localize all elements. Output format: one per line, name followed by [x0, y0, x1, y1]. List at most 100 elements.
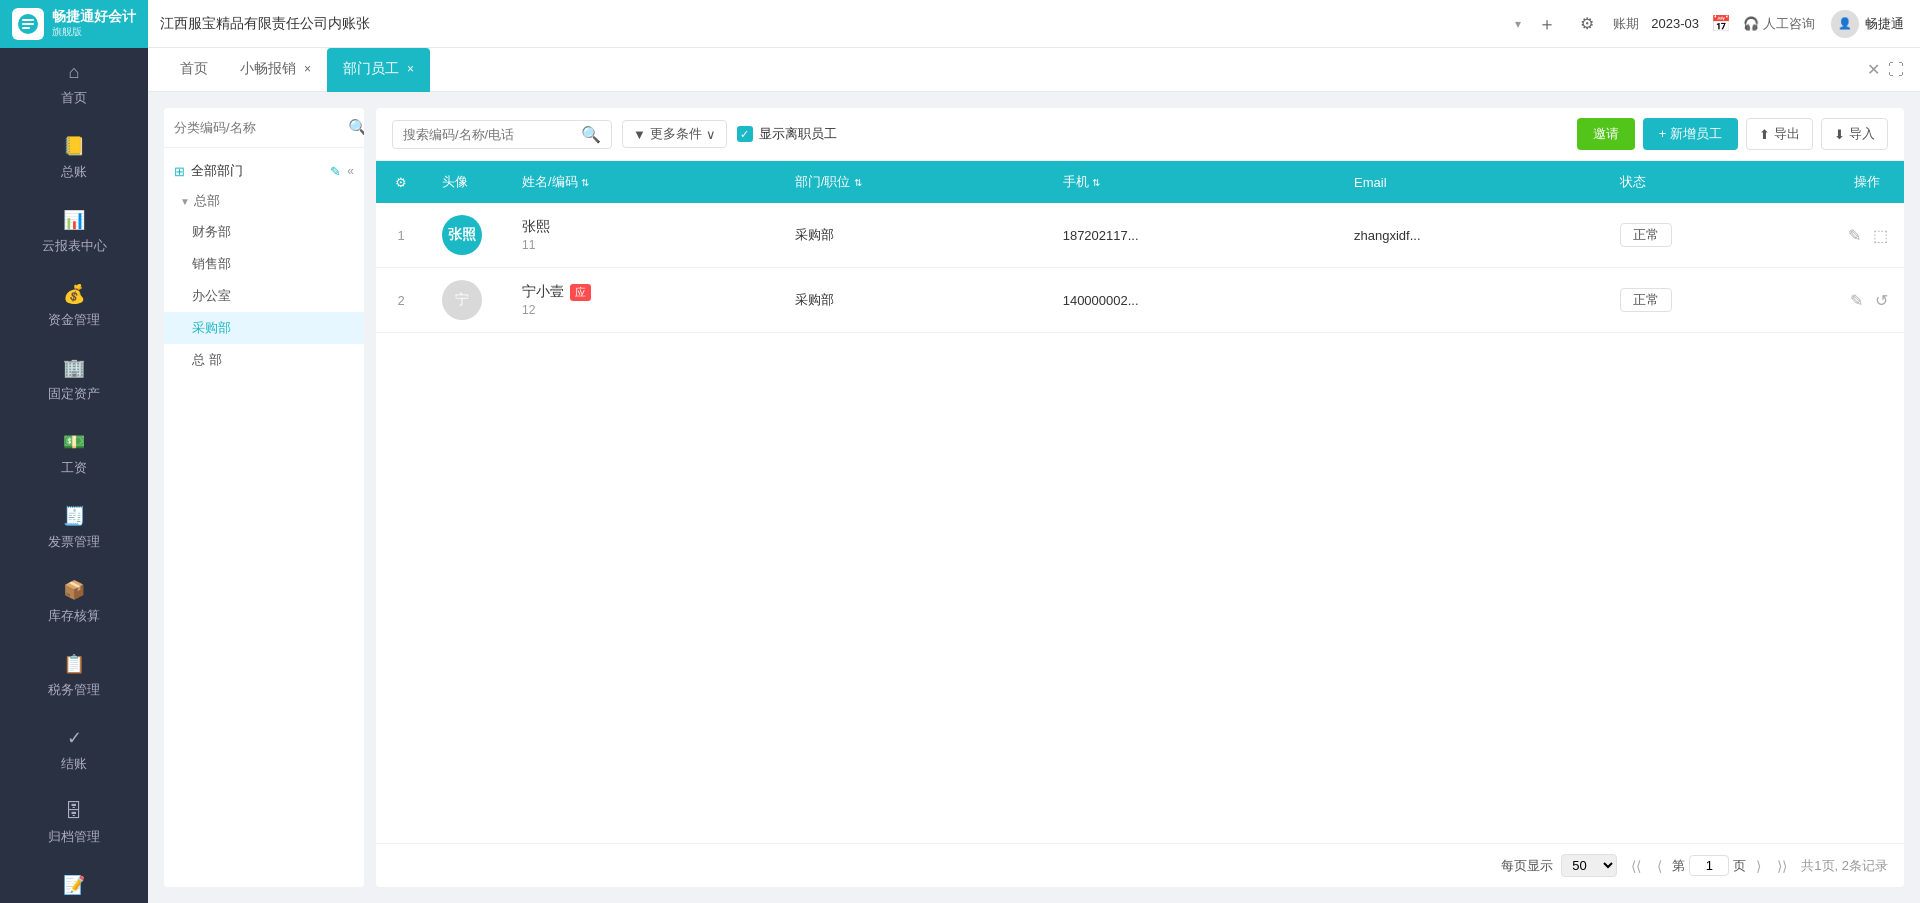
sidebar-item-checkout[interactable]: ✓ 结账 — [0, 713, 148, 787]
sidebar-item-archive[interactable]: 🗄 归档管理 — [0, 787, 148, 860]
sidebar-item-salary[interactable]: 💵 工资 — [0, 417, 148, 491]
row2-refresh-icon[interactable]: ↺ — [1875, 291, 1888, 310]
sidebar-item-expense[interactable]: 📝 小畅报销 — [0, 860, 148, 903]
page-size-select[interactable]: 50 10 20 100 — [1561, 854, 1617, 877]
row1-name: 张熙 — [522, 218, 550, 236]
invite-button[interactable]: 邀请 — [1577, 118, 1635, 150]
sidebar-label-assets: 固定资产 — [48, 385, 100, 403]
dept-bangongshi-label: 办公室 — [192, 288, 231, 303]
service-button[interactable]: 🎧 人工咨询 — [1743, 15, 1815, 33]
show-resigned-label: 显示离职员工 — [759, 125, 837, 143]
show-resigned-checkbox[interactable]: ✓ — [737, 126, 753, 142]
last-page-button[interactable]: ⟩⟩ — [1771, 856, 1793, 876]
sidebar-label-archive: 归档管理 — [48, 828, 100, 846]
company-dropdown-icon[interactable]: ▾ — [1515, 17, 1521, 31]
dept-xiaoshou-label: 销售部 — [192, 256, 231, 271]
dept-node-bangongshi[interactable]: 办公室 — [164, 280, 364, 312]
tab-expense[interactable]: 小畅报销 × — [224, 48, 327, 92]
add-employee-button[interactable]: + 新增员工 — [1643, 118, 1738, 150]
dept-node-zongbu2[interactable]: 总 部 — [164, 344, 364, 376]
emp-search-input[interactable] — [403, 127, 575, 142]
row1-status-badge: 正常 — [1620, 223, 1672, 247]
row1-code: 11 — [522, 238, 763, 252]
dept-tree: ⊞ 全部部门 ✎ « ▼ 总部 财务部 销售部 — [164, 148, 364, 887]
row2-code: 12 — [522, 303, 763, 317]
dept-node-xiaoshou[interactable]: 销售部 — [164, 248, 364, 280]
filter-button[interactable]: ▼ 更多条件 ∨ — [622, 120, 727, 148]
row2-email — [1338, 268, 1604, 333]
add-button[interactable]: ＋ — [1533, 10, 1561, 38]
sidebar-item-invoice[interactable]: 🧾 发票管理 — [0, 491, 148, 565]
tab-dept-emp-close[interactable]: × — [407, 62, 414, 76]
funds-icon: 💰 — [63, 283, 85, 305]
filter-chevron-icon: ∨ — [706, 127, 716, 142]
sidebar-item-tax[interactable]: 📋 税务管理 — [0, 639, 148, 713]
tab-expand-button[interactable]: ⛶ — [1888, 60, 1904, 79]
next-page-button[interactable]: ⟩ — [1750, 856, 1767, 876]
dept-node-caiwu[interactable]: 财务部 — [164, 216, 364, 248]
logo-icon — [12, 8, 44, 40]
sidebar-item-reports[interactable]: 📊 云报表中心 — [0, 195, 148, 269]
th-status: 状态 — [1604, 161, 1784, 203]
user-area[interactable]: 👤 畅捷通 — [1831, 10, 1904, 38]
emp-search-icon[interactable]: 🔍 — [581, 125, 601, 144]
row1-actions: ✎ ⬚ — [1784, 203, 1904, 268]
th-phone[interactable]: 手机 ⇅ — [1047, 161, 1338, 203]
sidebar-label-funds: 资金管理 — [48, 311, 100, 329]
tab-close-button[interactable]: ✕ — [1867, 60, 1880, 79]
dept-search-icon[interactable]: 🔍 — [348, 118, 364, 137]
main-layout: ⌂ 首页 📒 总账 📊 云报表中心 💰 资金管理 🏢 固定资产 💵 工资 🧾 发… — [0, 48, 1920, 903]
th-settings[interactable]: ⚙ — [376, 161, 426, 203]
th-name-code[interactable]: 姓名/编码 ⇅ — [506, 161, 779, 203]
row2-status-badge: 正常 — [1620, 288, 1672, 312]
sidebar-label-home: 首页 — [61, 89, 87, 107]
row2-tag: 应 — [570, 284, 591, 301]
th-avatar-label: 头像 — [442, 174, 468, 189]
first-page-button[interactable]: ⟨⟨ — [1625, 856, 1647, 876]
row2-edit-icon[interactable]: ✎ — [1850, 291, 1863, 310]
tab-expense-close[interactable]: × — [304, 62, 311, 76]
dept-node-caigou[interactable]: 采购部 — [164, 312, 364, 344]
import-button[interactable]: ⬇ 导入 — [1821, 118, 1888, 150]
settings-button[interactable]: ⚙ — [1573, 10, 1601, 38]
row1-edit-icon[interactable]: ✎ — [1848, 226, 1861, 245]
tab-home[interactable]: 首页 — [164, 48, 224, 92]
toolbar-right: 邀请 + 新增员工 ⬆ 导出 ⬇ 导入 — [1577, 118, 1888, 150]
emp-search-wrap: 🔍 — [392, 120, 612, 149]
dept-collapse-icon[interactable]: « — [347, 164, 354, 178]
dept-parent-zongbu[interactable]: ▼ 总部 — [164, 186, 364, 216]
sidebar-item-ledger[interactable]: 📒 总账 — [0, 121, 148, 195]
row2-name-code: 宁小壹 应 12 — [506, 268, 779, 333]
sidebar-item-assets[interactable]: 🏢 固定资产 — [0, 343, 148, 417]
emp-toolbar: 🔍 ▼ 更多条件 ∨ ✓ 显示离职员工 邀请 + 新增员工 — [376, 108, 1904, 161]
row1-num: 1 — [376, 203, 426, 268]
sidebar-item-funds[interactable]: 💰 资金管理 — [0, 269, 148, 343]
checkout-icon: ✓ — [67, 727, 82, 749]
th-actions: 操作 — [1784, 161, 1904, 203]
dept-search-input[interactable] — [174, 120, 342, 135]
all-dept-label: 全部部门 — [191, 162, 243, 180]
sidebar-item-inventory[interactable]: 📦 库存核算 — [0, 565, 148, 639]
th-email-label: Email — [1354, 175, 1387, 190]
dept-caigou-label: 采购部 — [192, 320, 231, 335]
table-header: ⚙ 头像 姓名/编码 ⇅ 部门/职位 — [376, 161, 1904, 203]
th-dept-pos[interactable]: 部门/职位 ⇅ — [779, 161, 1047, 203]
row1-action-icons: ✎ ⬚ — [1800, 226, 1888, 245]
row2-phone: 140000002... — [1047, 268, 1338, 333]
page-input[interactable] — [1689, 855, 1729, 876]
dept-edit-icon[interactable]: ✎ — [330, 164, 341, 179]
row1-logout-icon[interactable]: ⬚ — [1873, 226, 1888, 245]
sidebar-item-home[interactable]: ⌂ 首页 — [0, 48, 148, 121]
prev-page-button[interactable]: ⟨ — [1651, 856, 1668, 876]
export-button[interactable]: ⬆ 导出 — [1746, 118, 1813, 150]
sort-dept-icon: ⇅ — [854, 177, 862, 188]
logo-area: 畅捷通好会计 旗舰版 — [0, 0, 148, 48]
tab-dept-emp-label: 部门员工 — [343, 60, 399, 78]
calendar-icon[interactable]: 📅 — [1711, 14, 1731, 33]
page-content: 🔍 ⊞ 全部部门 ✎ « ▼ 总部 财务部 — [148, 92, 1920, 903]
tab-dept-emp[interactable]: 部门员工 × — [327, 48, 430, 92]
show-resigned-wrap[interactable]: ✓ 显示离职员工 — [737, 125, 837, 143]
top-header: 畅捷通好会计 旗舰版 江西服宝精品有限责任公司内账张 ▾ ＋ ⚙ 账期 2023… — [0, 0, 1920, 48]
all-dept-header[interactable]: ⊞ 全部部门 ✎ « — [164, 156, 364, 186]
row2-num: 2 — [376, 268, 426, 333]
